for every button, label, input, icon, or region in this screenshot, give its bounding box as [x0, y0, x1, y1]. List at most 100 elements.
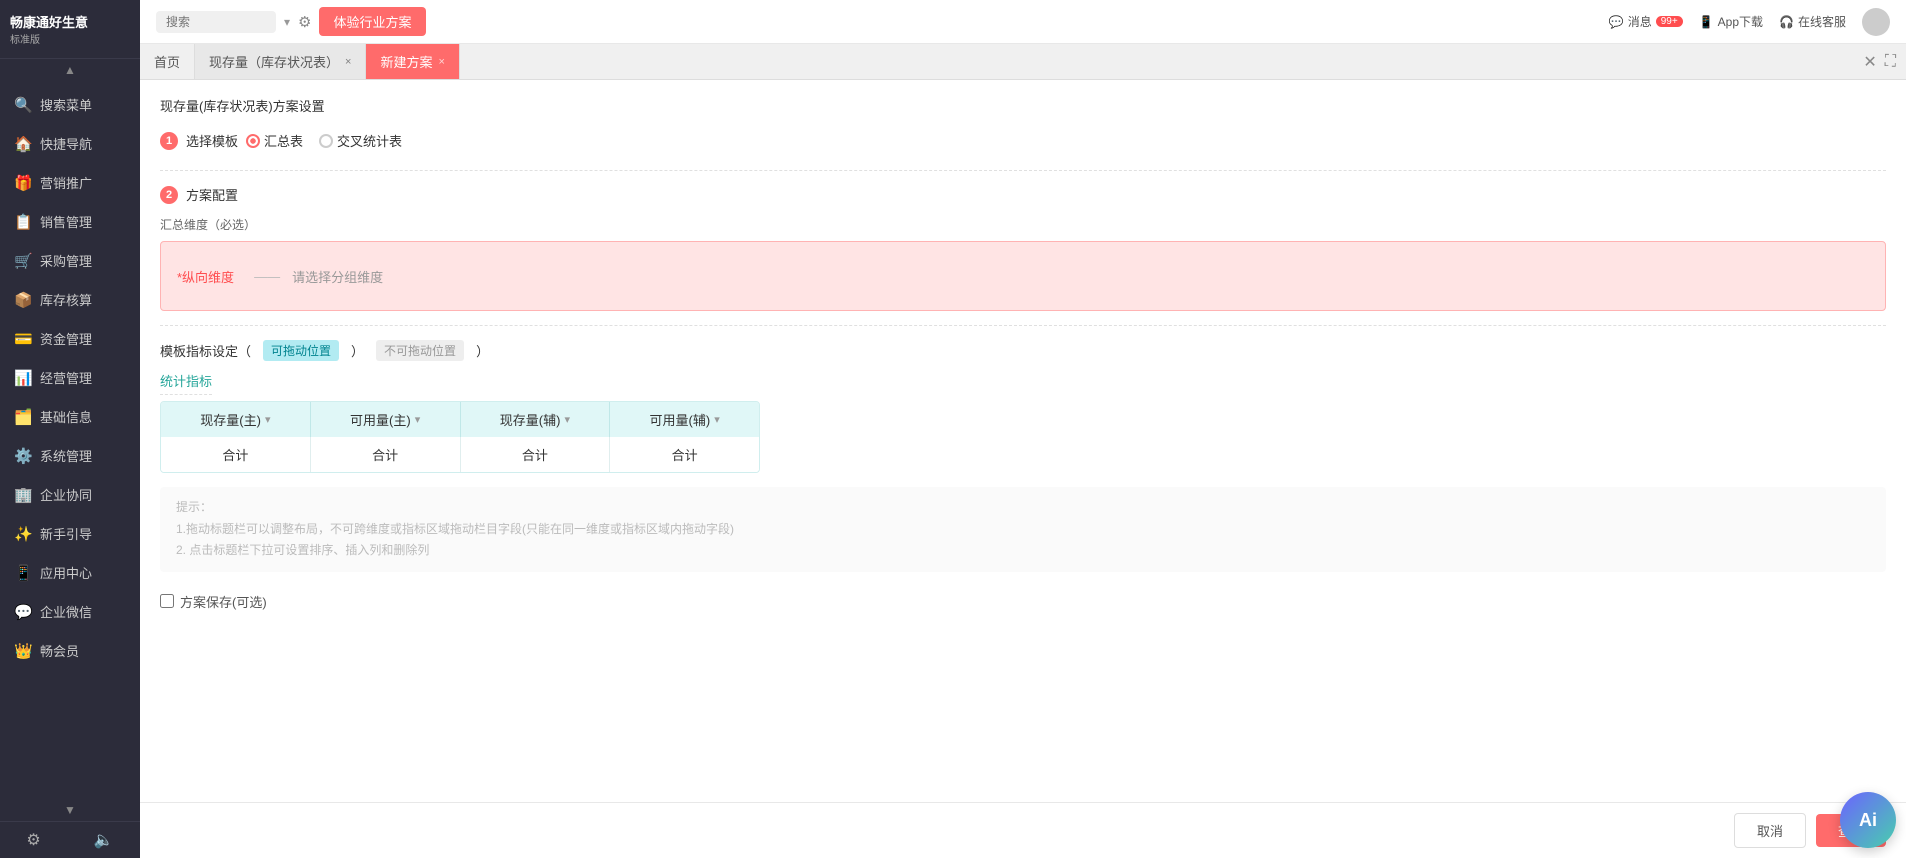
quick-nav-icon: 🏠: [14, 135, 32, 153]
chevron-down-icon[interactable]: ▾: [284, 15, 290, 29]
tab-inventory[interactable]: 现存量（库存状况表） ×: [195, 44, 366, 79]
section2-num: 2: [160, 186, 178, 204]
save-row: 方案保存(可选): [160, 592, 1886, 611]
stats-col-cell: 合计: [610, 437, 759, 472]
section1-header: 1 选择模板 汇总表 交叉统计表: [160, 131, 1886, 150]
sidebar-item-label-quick-nav: 快捷导航: [40, 134, 92, 153]
sidebar-item-member[interactable]: 👑畅会员: [0, 631, 140, 670]
stats-col-cell: 合计: [161, 437, 311, 472]
online-service-button[interactable]: 🎧 在线客服: [1779, 13, 1846, 30]
section-choose-template: 1 选择模板 汇总表 交叉统计表: [160, 131, 1886, 150]
tabs-actions: ✕ ⛶: [1863, 52, 1906, 72]
section2-label: 方案配置: [186, 185, 238, 204]
dimension-placeholder: 请选择分组维度: [292, 267, 383, 286]
tab-home[interactable]: 首页: [140, 44, 195, 79]
indicator-not-draggable-badge: 不可拖动位置: [376, 340, 464, 361]
sidebar-item-label-operation: 经营管理: [40, 368, 92, 387]
content-area: 现存量(库存状况表)方案设置 1 选择模板 汇总表: [140, 80, 1906, 802]
finance-icon: 💳: [14, 330, 32, 348]
dimension-box[interactable]: *纵向维度 —— 请选择分组维度: [160, 241, 1886, 311]
tabs-bar: 首页 现存量（库存状况表） × 新建方案 × ✕ ⛶: [140, 44, 1906, 80]
sidebar-scroll-down[interactable]: ▼: [0, 799, 140, 821]
avatar[interactable]: [1862, 8, 1890, 36]
radio-cross-label: 交叉统计表: [337, 131, 402, 150]
stats-table-body: 合计合计合计合计: [161, 437, 759, 472]
section-divider-1: [160, 170, 1886, 171]
marketing-icon: 🎁: [14, 174, 32, 192]
sidebar-item-search[interactable]: 🔍搜索菜单: [0, 85, 140, 124]
stats-title: 统计指标: [160, 371, 212, 395]
section1-label: 选择模板: [186, 131, 238, 150]
newguide-icon: ✨: [14, 525, 32, 543]
sidebar-item-sales[interactable]: 📋销售管理: [0, 202, 140, 241]
topbar: ▾ ⚙ 体验行业方案 💬 消息 99+ 📱 App下载 🎧 在线客服: [140, 0, 1906, 44]
sidebar-nav: 🔍搜索菜单 🏠 快捷导航 🎁营销推广📋销售管理🛒采购管理📦库存核算💳资金管理📊经营管理…: [0, 81, 140, 799]
ai-bubble[interactable]: Ai: [1840, 792, 1896, 848]
tab-inventory-label: 现存量（库存状况表）: [209, 52, 339, 71]
sidebar-item-marketing[interactable]: 🎁营销推广: [0, 163, 140, 202]
tab-new-scheme-close[interactable]: ×: [438, 56, 444, 68]
sidebar-item-system[interactable]: ⚙️系统管理: [0, 436, 140, 475]
main-area: ▾ ⚙ 体验行业方案 💬 消息 99+ 📱 App下载 🎧 在线客服 首页 现存: [140, 0, 1906, 858]
stats-col-header[interactable]: 现存量(主)▾: [161, 402, 311, 437]
sidebar-item-basic[interactable]: 🗂️基础信息: [0, 397, 140, 436]
sidebar-item-appcenter[interactable]: 📱应用中心: [0, 553, 140, 592]
tip1: 1.拖动标题栏可以调整布局，不可跨维度或指标区域拖动栏目字段(只能在同一维度或指…: [176, 519, 1870, 541]
messages-badge: 99+: [1656, 16, 1683, 27]
stats-col-header[interactable]: 现存量(辅)▾: [461, 402, 611, 437]
section2-header: 2 方案配置: [160, 185, 1886, 204]
stats-col-header[interactable]: 可用量(辅)▾: [610, 402, 759, 437]
topbar-right: 💬 消息 99+ 📱 App下载 🎧 在线客服: [1609, 8, 1890, 36]
save-checkbox[interactable]: [160, 594, 174, 608]
indicator-separator: ）: [351, 341, 364, 360]
radio-cross[interactable]: 交叉统计表: [319, 131, 402, 150]
gear-icon[interactable]: ⚙: [298, 13, 311, 31]
indicator-setting-label: 模板指标设定（: [160, 341, 251, 360]
radio-summary[interactable]: 汇总表: [246, 131, 303, 150]
sidebar-item-wechat[interactable]: 💬企业微信: [0, 592, 140, 631]
col-chevron-icon[interactable]: ▾: [415, 413, 421, 426]
cancel-button[interactable]: 取消: [1734, 813, 1806, 848]
sidebar-item-operation[interactable]: 📊经营管理: [0, 358, 140, 397]
radio-summary-label: 汇总表: [264, 131, 303, 150]
wechat-icon: 💬: [14, 603, 32, 621]
basic-icon: 🗂️: [14, 408, 32, 426]
dimension-dash: ——: [254, 269, 280, 284]
messages-button[interactable]: 💬 消息 99+: [1609, 13, 1683, 30]
sidebar-item-purchase[interactable]: 🛒采购管理: [0, 241, 140, 280]
online-service-label: 在线客服: [1798, 13, 1846, 30]
sidebar-item-label-system: 系统管理: [40, 446, 92, 465]
enterprise-icon: 🏢: [14, 486, 32, 504]
settings-icon[interactable]: ⚙: [26, 830, 40, 850]
col-chevron-icon[interactable]: ▾: [714, 413, 720, 426]
col-chevron-icon[interactable]: ▾: [265, 413, 271, 426]
tab-new-scheme[interactable]: 新建方案 ×: [366, 44, 459, 79]
tips-box: 提示： 1.拖动标题栏可以调整布局，不可跨维度或指标区域拖动栏目字段(只能在同一…: [160, 487, 1886, 572]
sound-icon[interactable]: 🔈: [94, 830, 114, 850]
sidebar-item-finance[interactable]: 💳资金管理: [0, 319, 140, 358]
dimension-required-mark: *纵向维度: [177, 267, 234, 286]
sidebar-item-newguide[interactable]: ✨新手引导: [0, 514, 140, 553]
sidebar-item-inventory[interactable]: 📦库存核算: [0, 280, 140, 319]
app-download-button[interactable]: 📱 App下载: [1699, 13, 1763, 30]
sidebar-scroll-up[interactable]: ▲: [0, 59, 140, 81]
col-chevron-icon[interactable]: ▾: [564, 413, 570, 426]
app-download-label: App下载: [1718, 13, 1763, 30]
fullscreen-icon[interactable]: ⛶: [1885, 53, 1896, 71]
logo-sub: 标准版: [10, 31, 130, 46]
content-inner: 现存量(库存状况表)方案设置 1 选择模板 汇总表: [140, 80, 1906, 802]
close-window-icon[interactable]: ✕: [1863, 52, 1876, 72]
sidebar-item-quick-nav[interactable]: 🏠 快捷导航: [0, 124, 140, 163]
inventory-icon: 📦: [14, 291, 32, 309]
stats-col-header[interactable]: 可用量(主)▾: [311, 402, 461, 437]
tab-new-scheme-label: 新建方案: [380, 52, 432, 71]
search-input[interactable]: [156, 11, 276, 33]
sidebar: 畅康通好生意 标准版 ▲ 🔍搜索菜单🏠快捷导航🎁营销推广📋销售管理🛒采购管理📦库…: [0, 0, 140, 858]
tab-inventory-close[interactable]: ×: [345, 56, 351, 68]
tip-title: 提示：: [176, 497, 1870, 519]
trial-button[interactable]: 体验行业方案: [319, 7, 425, 36]
section1-num: 1: [160, 132, 178, 150]
stats-table-header: 现存量(主)▾可用量(主)▾现存量(辅)▾可用量(辅)▾: [161, 402, 759, 437]
section-divider-2: [160, 325, 1886, 326]
sidebar-item-enterprise[interactable]: 🏢企业协同: [0, 475, 140, 514]
